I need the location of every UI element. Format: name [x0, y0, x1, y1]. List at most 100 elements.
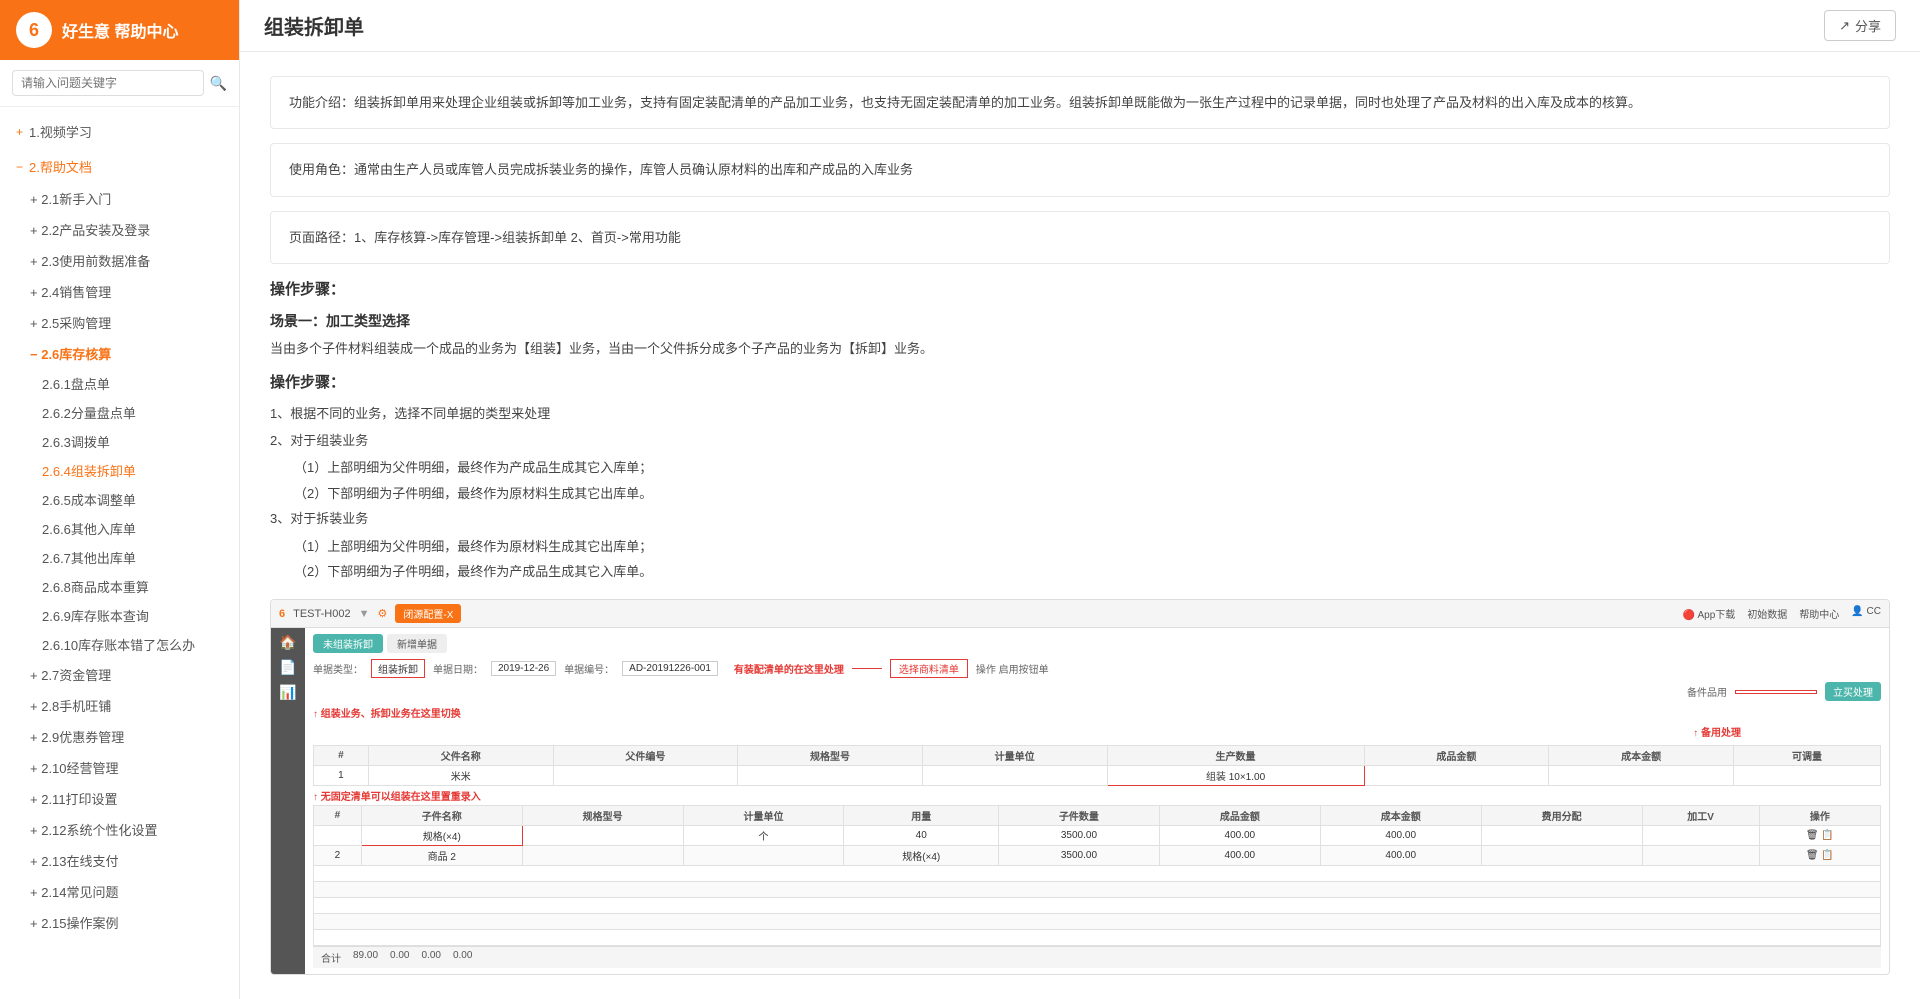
ss-topbar: 6 TEST-H002 ▼ ⚙ 闭源配置-X 🔴 App下载 初始数据 帮助中心… [271, 600, 1889, 628]
scene1-desc: 当由多个子件材料组装成一个成品的业务为【组装】业务，当由一个父件拆分成多个子产品… [270, 337, 1890, 360]
sidebar-item-24[interactable]: + 2.4销售管理 [0, 276, 239, 307]
role-block: 使用角色：通常由生产人员或库管人员完成拆装业务的操作，库管人员确认原材料的出库和… [270, 143, 1890, 196]
page-title: 组装拆卸单 [264, 11, 364, 40]
table-row [314, 866, 1881, 882]
sidebar-item-262[interactable]: 2.6.2分量盘点单 [0, 398, 239, 427]
sidebar-item-video[interactable]: + 1.视频学习 [0, 115, 239, 148]
sidebar-item-214[interactable]: + 2.14常见问题 [0, 876, 239, 907]
annotation-spare: ↑ 备用处理 [313, 724, 1881, 739]
ss-type-field[interactable]: 组装拆卸 [371, 659, 425, 678]
sidebar-item-25[interactable]: + 2.5采购管理 [0, 307, 239, 338]
intro-block: 功能介绍：组装拆卸单用来处理企业组装或拆卸等加工业务，支持有固定装配清单的产品加… [270, 76, 1890, 129]
sidebar-item-27[interactable]: + 2.7资金管理 [0, 659, 239, 690]
ss-num-field[interactable]: AD-20191226-001 [622, 661, 718, 676]
ss-spare-label: 备件品用 [1687, 684, 1727, 699]
content-area: 功能介绍：组装拆卸单用来处理企业组装或拆卸等加工业务，支持有固定装配清单的产品加… [240, 52, 1920, 999]
nav-section-docs: − 2.帮助文档 + 2.1新手入门 + 2.2产品安装及登录 + 2.3使用前… [0, 150, 239, 938]
collapse-icon: − [16, 160, 23, 174]
ss-settings-icon: ⚙ [377, 607, 387, 620]
step2-2: （2）下部明细为子件明细，最终作为原材料生成其它出库单。 [270, 482, 1890, 505]
ss-form-row1: 单据类型： 组装拆卸 单据日期： 2019-12-26 单据编号： AD-201… [313, 659, 1881, 678]
step3-1: （1）上部明细为父件明细，最终作为原材料生成其它出库单； [270, 535, 1890, 558]
search-box: 🔍 [0, 60, 239, 107]
annotation-type-select: ↑ 组装业务、拆卸业务在这里切换 [313, 705, 1881, 720]
ss-bottom-bar: 合计 89.00 0.00 0.00 0.00 [313, 946, 1881, 968]
sidebar-item-213[interactable]: + 2.13在线支付 [0, 845, 239, 876]
ss-tab-new[interactable]: 新增单据 [387, 634, 447, 653]
annotation-autofill: ↑ 无固定清单可以组装在这里置重录入 [313, 788, 1881, 803]
share-button[interactable]: ↗ 分享 [1824, 10, 1896, 41]
ss-icons: 🔴 App下载 初始数据 帮助中心 👤 CC [1683, 606, 1881, 621]
nav-list: + 1.视频学习 − 2.帮助文档 + 2.1新手入门 + 2.2产品安装及登录… [0, 107, 239, 999]
ss-main-content: 未组装拆卸 新增单据 单据类型： 组装拆卸 单据日期： 2019-12-26 单… [305, 628, 1889, 974]
ss-dropdown-icon: ▼ [359, 608, 370, 620]
ss-tab-active[interactable]: 未组装拆卸 [313, 634, 383, 653]
table-row [314, 882, 1881, 898]
step1: 1、根据不同的业务，选择不同单据的类型来处理 [270, 402, 1890, 425]
role-text: 使用角色：通常由生产人员或库管人员完成拆装业务的操作，库管人员确认原材料的出库和… [289, 158, 1871, 181]
ss-code: TEST-H002 [293, 608, 350, 620]
ss-ops-label: 操作 启用按钮单 [976, 661, 1049, 676]
ss-body: 🏠 📄 📊 未组装拆卸 新增单据 单据类型： [271, 628, 1889, 974]
sidebar-item-266[interactable]: 2.6.6其他入库单 [0, 514, 239, 543]
sidebar-item-269[interactable]: 2.6.9库存账本查询 [0, 601, 239, 630]
ss-tag[interactable]: 闭源配置-X [395, 604, 461, 623]
annotation-line [852, 668, 882, 669]
table-row [314, 914, 1881, 930]
sidebar-item-212[interactable]: + 2.12系统个性化设置 [0, 814, 239, 845]
expand-icon: + [16, 125, 23, 139]
ss-home-icon: 🏠 [279, 634, 296, 651]
sidebar-item-2610[interactable]: 2.6.10库存账本错了怎么办 [0, 630, 239, 659]
sidebar-item-263[interactable]: 2.6.3调拨单 [0, 427, 239, 456]
ss-doc-icon: 📄 [279, 659, 296, 676]
ss-lower-table: # 子件名称 规格型号 计量单位 用量 子件数量 成品金额 成本金额 费用分配 [313, 805, 1881, 946]
path-text: 页面路径：1、库存核算->库存管理->组装拆卸单 2、首页->常用功能 [289, 226, 1871, 249]
sidebar-item-215[interactable]: + 2.15操作案例 [0, 907, 239, 938]
sidebar-item-264[interactable]: 2.6.4组装拆卸单 [0, 456, 239, 485]
top-bar: 组装拆卸单 ↗ 分享 [240, 0, 1920, 52]
sidebar-item-docs[interactable]: − 2.帮助文档 [0, 150, 239, 183]
annotation-assembly: 有装配清单的在这里处理 [734, 661, 844, 676]
step3: 3、对于拆装业务 [270, 507, 1890, 530]
sidebar-item-268[interactable]: 2.6.8商品成本重算 [0, 572, 239, 601]
sidebar-item-23[interactable]: + 2.3使用前数据准备 [0, 245, 239, 276]
ss-select-btn[interactable]: 选择商料清单 [890, 659, 968, 678]
sidebar-item-211[interactable]: + 2.11打印设置 [0, 783, 239, 814]
sidebar-item-265[interactable]: 2.6.5成本调整单 [0, 485, 239, 514]
ss-date-label: 单据日期： [433, 661, 483, 676]
scene1-title: 场景一：加工类型选择 [270, 311, 1890, 331]
ss-logo: 6 [279, 608, 285, 620]
table-row: 2 商品 2 规格(×4) 3500.00 400.00 400.00 [314, 846, 1881, 866]
table-row: 规格(×4) 个 40 3500.00 400.00 400.00 � [314, 826, 1881, 846]
sidebar-item-210[interactable]: + 2.10经营管理 [0, 752, 239, 783]
step2: 2、对于组装业务 [270, 429, 1890, 452]
ss-date-field[interactable]: 2019-12-26 [491, 661, 556, 676]
sidebar-item-22[interactable]: + 2.2产品安装及登录 [0, 214, 239, 245]
ss-spare-row: 备件品用 立买处理 [313, 682, 1881, 701]
ss-spare-field[interactable] [1735, 690, 1817, 694]
table-row [314, 898, 1881, 914]
intro-text: 功能介绍：组装拆卸单用来处理企业组装或拆卸等加工业务，支持有固定装配清单的产品加… [289, 91, 1871, 114]
search-input[interactable] [12, 70, 204, 96]
sidebar-item-26[interactable]: − 2.6库存核算 [0, 338, 239, 369]
sidebar-item-28[interactable]: + 2.8手机旺铺 [0, 690, 239, 721]
screenshot-container: 6 TEST-H002 ▼ ⚙ 闭源配置-X 🔴 App下载 初始数据 帮助中心… [270, 599, 1890, 975]
ss-tabs: 未组装拆卸 新增单据 [313, 634, 1881, 653]
app-name: 好生意 帮助中心 [62, 18, 178, 42]
ss-num-label: 单据编号： [564, 661, 614, 676]
main-area: 组装拆卸单 ↗ 分享 功能介绍：组装拆卸单用来处理企业组装或拆卸等加工业务，支持… [240, 0, 1920, 999]
sidebar-header: 6 好生意 帮助中心 [0, 0, 239, 60]
search-icon[interactable]: 🔍 [210, 75, 227, 92]
sidebar-item-261[interactable]: 2.6.1盘点单 [0, 369, 239, 398]
ops-label2: 操作步骤： [270, 371, 1890, 392]
sidebar-item-29[interactable]: + 2.9优惠券管理 [0, 721, 239, 752]
ss-left-sidebar: 🏠 📄 📊 [271, 628, 305, 974]
ss-upper-table: # 父件名称 父件编号 规格型号 计量单位 生产数量 成品金额 成本金额 可调量 [313, 745, 1881, 786]
step2-1: （1）上部明细为父件明细，最终作为产成品生成其它入库单； [270, 456, 1890, 479]
ss-process-btn[interactable]: 立买处理 [1825, 682, 1881, 701]
sidebar-item-21[interactable]: + 2.1新手入门 [0, 183, 239, 214]
nav-section-video: + 1.视频学习 [0, 115, 239, 148]
table-row [314, 930, 1881, 946]
ss-type-label: 单据类型： [313, 661, 363, 676]
sidebar-item-267[interactable]: 2.6.7其他出库单 [0, 543, 239, 572]
